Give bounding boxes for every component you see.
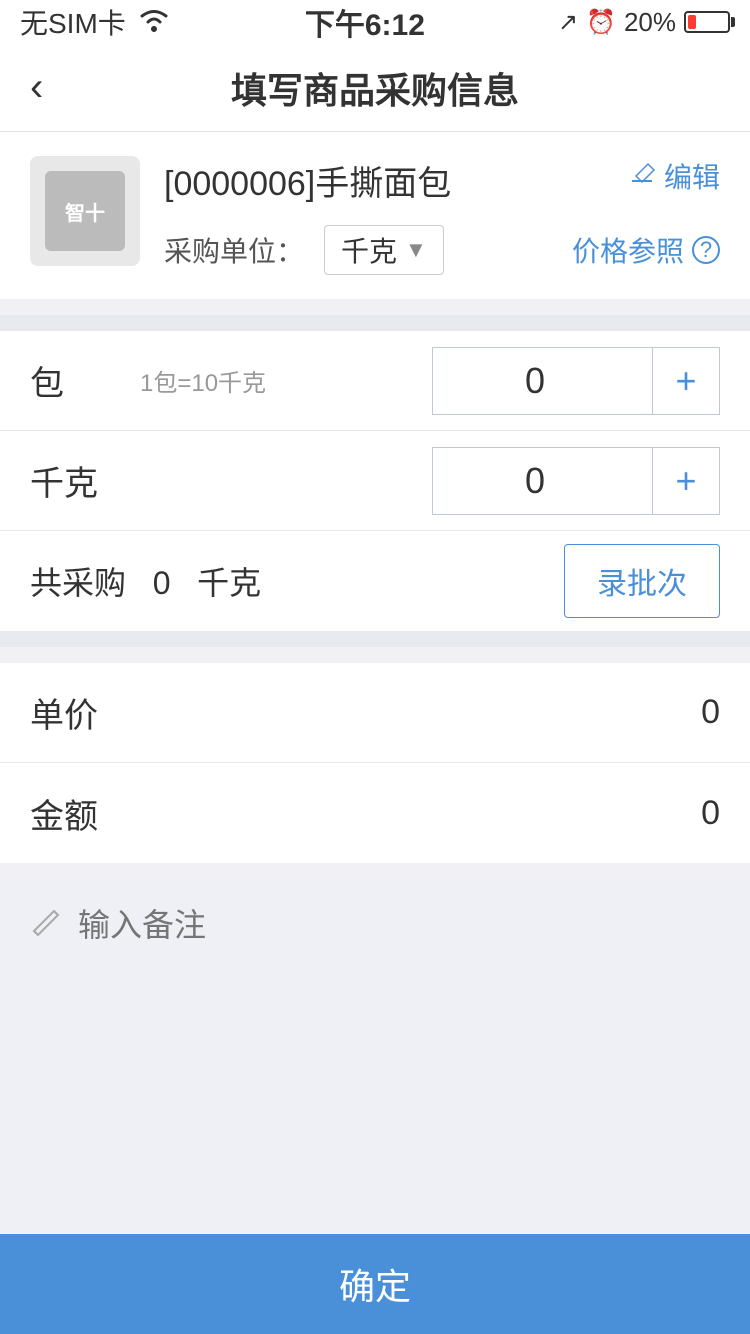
unit-value: 千克 (341, 230, 397, 270)
product-header: [0000006]手撕面包 编辑 (164, 156, 720, 205)
summary-value: 0 (153, 565, 171, 601)
summary-unit: 千克 (197, 565, 261, 601)
price-ref-label: 价格参照 (572, 230, 684, 270)
price-reference-button[interactable]: 价格参照 ? (572, 230, 720, 270)
battery-percent: 20% (624, 7, 676, 38)
unit-price-value: 0 (701, 693, 720, 732)
pack-sublabel: 1包=10千克 (140, 363, 432, 398)
battery-icon (684, 11, 730, 33)
remark-input[interactable] (78, 907, 720, 944)
status-bar: 无SIM卡 下午6:12 ↗ ⏰ 20% (0, 0, 750, 44)
kg-plus-button[interactable]: + (652, 447, 720, 515)
kg-input-wrap: + (432, 447, 720, 515)
pack-label: 包 (30, 356, 130, 405)
unit-price-label: 单价 (30, 688, 98, 737)
product-name: [0000006]手撕面包 (164, 156, 451, 205)
summary-text: 共采购 0 千克 (30, 558, 261, 604)
product-card: 智十 [0000006]手撕面包 编辑 采购单位： 千克 ▼ 价格参照 ? (0, 132, 750, 299)
unit-label: 采购单位： (164, 230, 304, 270)
carrier-text: 无SIM卡 (20, 2, 126, 42)
confirm-button[interactable]: 确定 (0, 1234, 750, 1334)
status-right: ↗ ⏰ 20% (558, 7, 730, 38)
product-unit-row: 采购单位： 千克 ▼ 价格参照 ? (164, 225, 720, 275)
pack-row: 包 1包=10千克 + (0, 331, 750, 431)
summary-prefix: 共采购 (30, 565, 126, 601)
amount-value: 0 (701, 794, 720, 833)
alarm-icon: ⏰ (586, 8, 616, 37)
unit-price-row: 单价 0 (0, 663, 750, 763)
page-title: 填写商品采购信息 (231, 62, 519, 114)
wifi-icon (136, 6, 172, 39)
product-info: [0000006]手撕面包 编辑 采购单位： 千克 ▼ 价格参照 ? (164, 156, 720, 275)
kg-label: 千克 (30, 456, 130, 505)
empty-space (0, 975, 750, 1275)
pencil-icon (30, 907, 62, 947)
dropdown-icon: ▼ (405, 237, 427, 263)
remark-section (0, 879, 750, 975)
edit-button[interactable]: 编辑 (630, 156, 720, 196)
price-section: 单价 0 金额 0 (0, 663, 750, 863)
price-ref-help-icon: ? (692, 236, 720, 264)
summary-row: 共采购 0 千克 录批次 (0, 531, 750, 631)
kg-row: 千克 + (0, 431, 750, 531)
record-batch-button[interactable]: 录批次 (564, 544, 720, 618)
section-divider-2 (0, 631, 750, 647)
nav-bar: ‹ 填写商品采购信息 (0, 44, 750, 132)
product-thumb-text: 智十 (45, 171, 125, 251)
back-button[interactable]: ‹ (30, 65, 43, 110)
pack-input-wrap: + (432, 347, 720, 415)
status-left: 无SIM卡 (20, 2, 172, 42)
amount-row: 金额 0 (0, 763, 750, 863)
amount-label: 金额 (30, 789, 98, 838)
quantity-form-section: 包 1包=10千克 + 千克 + (0, 331, 750, 531)
status-time: 下午6:12 (305, 0, 425, 44)
pack-input[interactable] (432, 347, 652, 415)
edit-label: 编辑 (664, 156, 720, 196)
product-thumbnail: 智十 (30, 156, 140, 266)
unit-select[interactable]: 千克 ▼ (324, 225, 444, 275)
pack-plus-button[interactable]: + (652, 347, 720, 415)
kg-input[interactable] (432, 447, 652, 515)
section-divider-1 (0, 315, 750, 331)
location-icon: ↗ (558, 8, 578, 37)
